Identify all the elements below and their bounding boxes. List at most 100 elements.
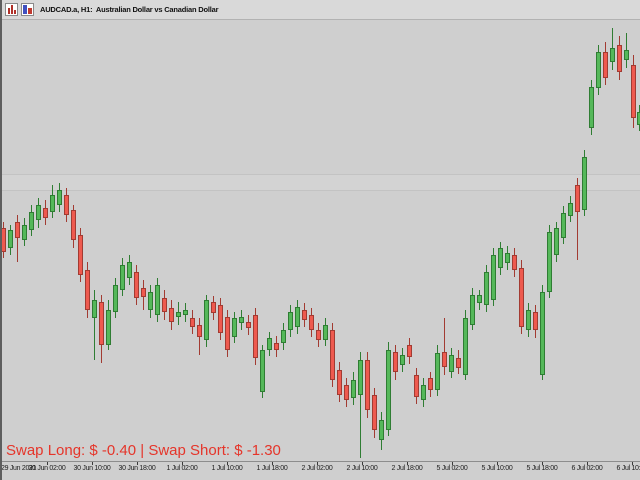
- candle-body: [442, 352, 447, 367]
- candle-body: [309, 315, 314, 330]
- candle-body: [470, 295, 475, 325]
- candle-body: [71, 210, 76, 240]
- chart-area[interactable]: [0, 0, 640, 461]
- candle-body: [225, 317, 230, 350]
- candle-body: [603, 52, 608, 78]
- candle-body: [106, 310, 111, 345]
- candle-body: [610, 48, 615, 62]
- candle-body: [582, 157, 587, 210]
- candle-body: [197, 325, 202, 337]
- candle-body: [414, 375, 419, 397]
- candle-body: [589, 87, 594, 128]
- candle-body: [631, 65, 636, 118]
- candle-body: [92, 300, 97, 318]
- candle-body: [498, 248, 503, 268]
- candle-body: [344, 385, 349, 400]
- candle-body: [435, 353, 440, 390]
- candle-body: [323, 325, 328, 340]
- candle-body: [372, 395, 377, 430]
- candle-body: [183, 310, 188, 315]
- candle-body: [554, 228, 559, 255]
- candle-body: [134, 272, 139, 298]
- candle-body: [36, 205, 41, 220]
- time-axis-label: 1 Jul 02:00: [166, 465, 198, 472]
- candle-body: [288, 312, 293, 330]
- candle-body: [260, 350, 265, 392]
- candle-body: [337, 370, 342, 395]
- candle-body: [400, 355, 405, 365]
- candle-body: [477, 295, 482, 303]
- candle-body: [330, 330, 335, 380]
- time-axis-label: 30 Jun 10:00: [73, 465, 111, 472]
- candle-body: [211, 302, 216, 313]
- time-axis-label: 5 Jul 10:00: [481, 465, 513, 472]
- candle-body: [533, 312, 538, 330]
- time-axis-label: 2 Jul 18:00: [391, 465, 423, 472]
- candle-body: [575, 185, 580, 212]
- candle-body: [267, 338, 272, 350]
- candle-body: [456, 358, 461, 368]
- candle-body: [127, 262, 132, 278]
- grid-line-lower: [2, 190, 640, 191]
- time-axis[interactable]: 29 Jun 2021 30 Jun 02:00 30 Jun 10:00 30 Ju…: [0, 462, 640, 480]
- time-axis-label: 6 Jul 02:00: [571, 465, 603, 472]
- candle-body: [393, 352, 398, 372]
- time-axis-label: 30 Jun 02:00: [28, 465, 66, 472]
- candle-body: [463, 318, 468, 375]
- candle-body: [253, 315, 258, 358]
- candle-body: [484, 272, 489, 305]
- title-bar[interactable]: AUDCAD.a, H1: Australian Dollar vs Canad…: [2, 0, 640, 20]
- candle-body: [8, 230, 13, 248]
- candle-body: [428, 378, 433, 390]
- time-axis-label: 2 Jul 02:00: [301, 465, 333, 472]
- candle-body: [407, 345, 412, 357]
- candle-body: [449, 355, 454, 372]
- candle-body: [176, 312, 181, 317]
- candle-body: [239, 317, 244, 323]
- candle-body: [64, 195, 69, 215]
- candle-body: [113, 285, 118, 312]
- candle-body: [29, 212, 34, 230]
- candle-body: [365, 360, 370, 410]
- candle-body: [57, 190, 62, 205]
- time-axis-label: 1 Jul 18:00: [256, 465, 288, 472]
- candle-body: [561, 213, 566, 238]
- candle-body: [232, 318, 237, 337]
- candle-body: [617, 45, 622, 72]
- time-axis-label: 30 Jun 18:00: [118, 465, 156, 472]
- candle-body: [302, 310, 307, 320]
- window-title: AUDCAD.a, H1: Australian Dollar vs Canad…: [40, 5, 219, 14]
- candle-body: [141, 288, 146, 297]
- grid-band: [2, 175, 640, 190]
- candle-body: [519, 268, 524, 327]
- time-axis-label: 5 Jul 18:00: [526, 465, 558, 472]
- candle-body: [491, 255, 496, 300]
- candle-body: [246, 322, 251, 328]
- time-axis-label: 1 Jul 10:00: [211, 465, 243, 472]
- candle-body: [568, 203, 573, 216]
- candle-body: [386, 350, 391, 430]
- candle-body: [505, 253, 510, 263]
- candle-body: [78, 235, 83, 275]
- candle-body: [169, 308, 174, 322]
- candle-body: [22, 225, 27, 240]
- candle-body: [512, 255, 517, 270]
- candle-body: [316, 330, 321, 340]
- candle-body: [351, 380, 356, 398]
- candle-body: [295, 307, 300, 327]
- candle-body: [85, 270, 90, 310]
- candle-body: [50, 195, 55, 212]
- candle-body: [99, 302, 104, 345]
- candle-body: [281, 330, 286, 343]
- candle-body: [155, 285, 160, 315]
- candle-body: [15, 222, 20, 238]
- time-axis-label: 5 Jul 02:00: [436, 465, 468, 472]
- candle-body: [596, 52, 601, 88]
- candle-body: [624, 50, 629, 60]
- chart-window: AUDCAD.a, H1: Australian Dollar vs Canad…: [0, 0, 640, 480]
- candle-body: [204, 300, 209, 340]
- candle-body: [547, 232, 552, 292]
- candle-body: [526, 310, 531, 330]
- candle-body: [43, 208, 48, 218]
- candlestick-chart-icon: [21, 3, 34, 16]
